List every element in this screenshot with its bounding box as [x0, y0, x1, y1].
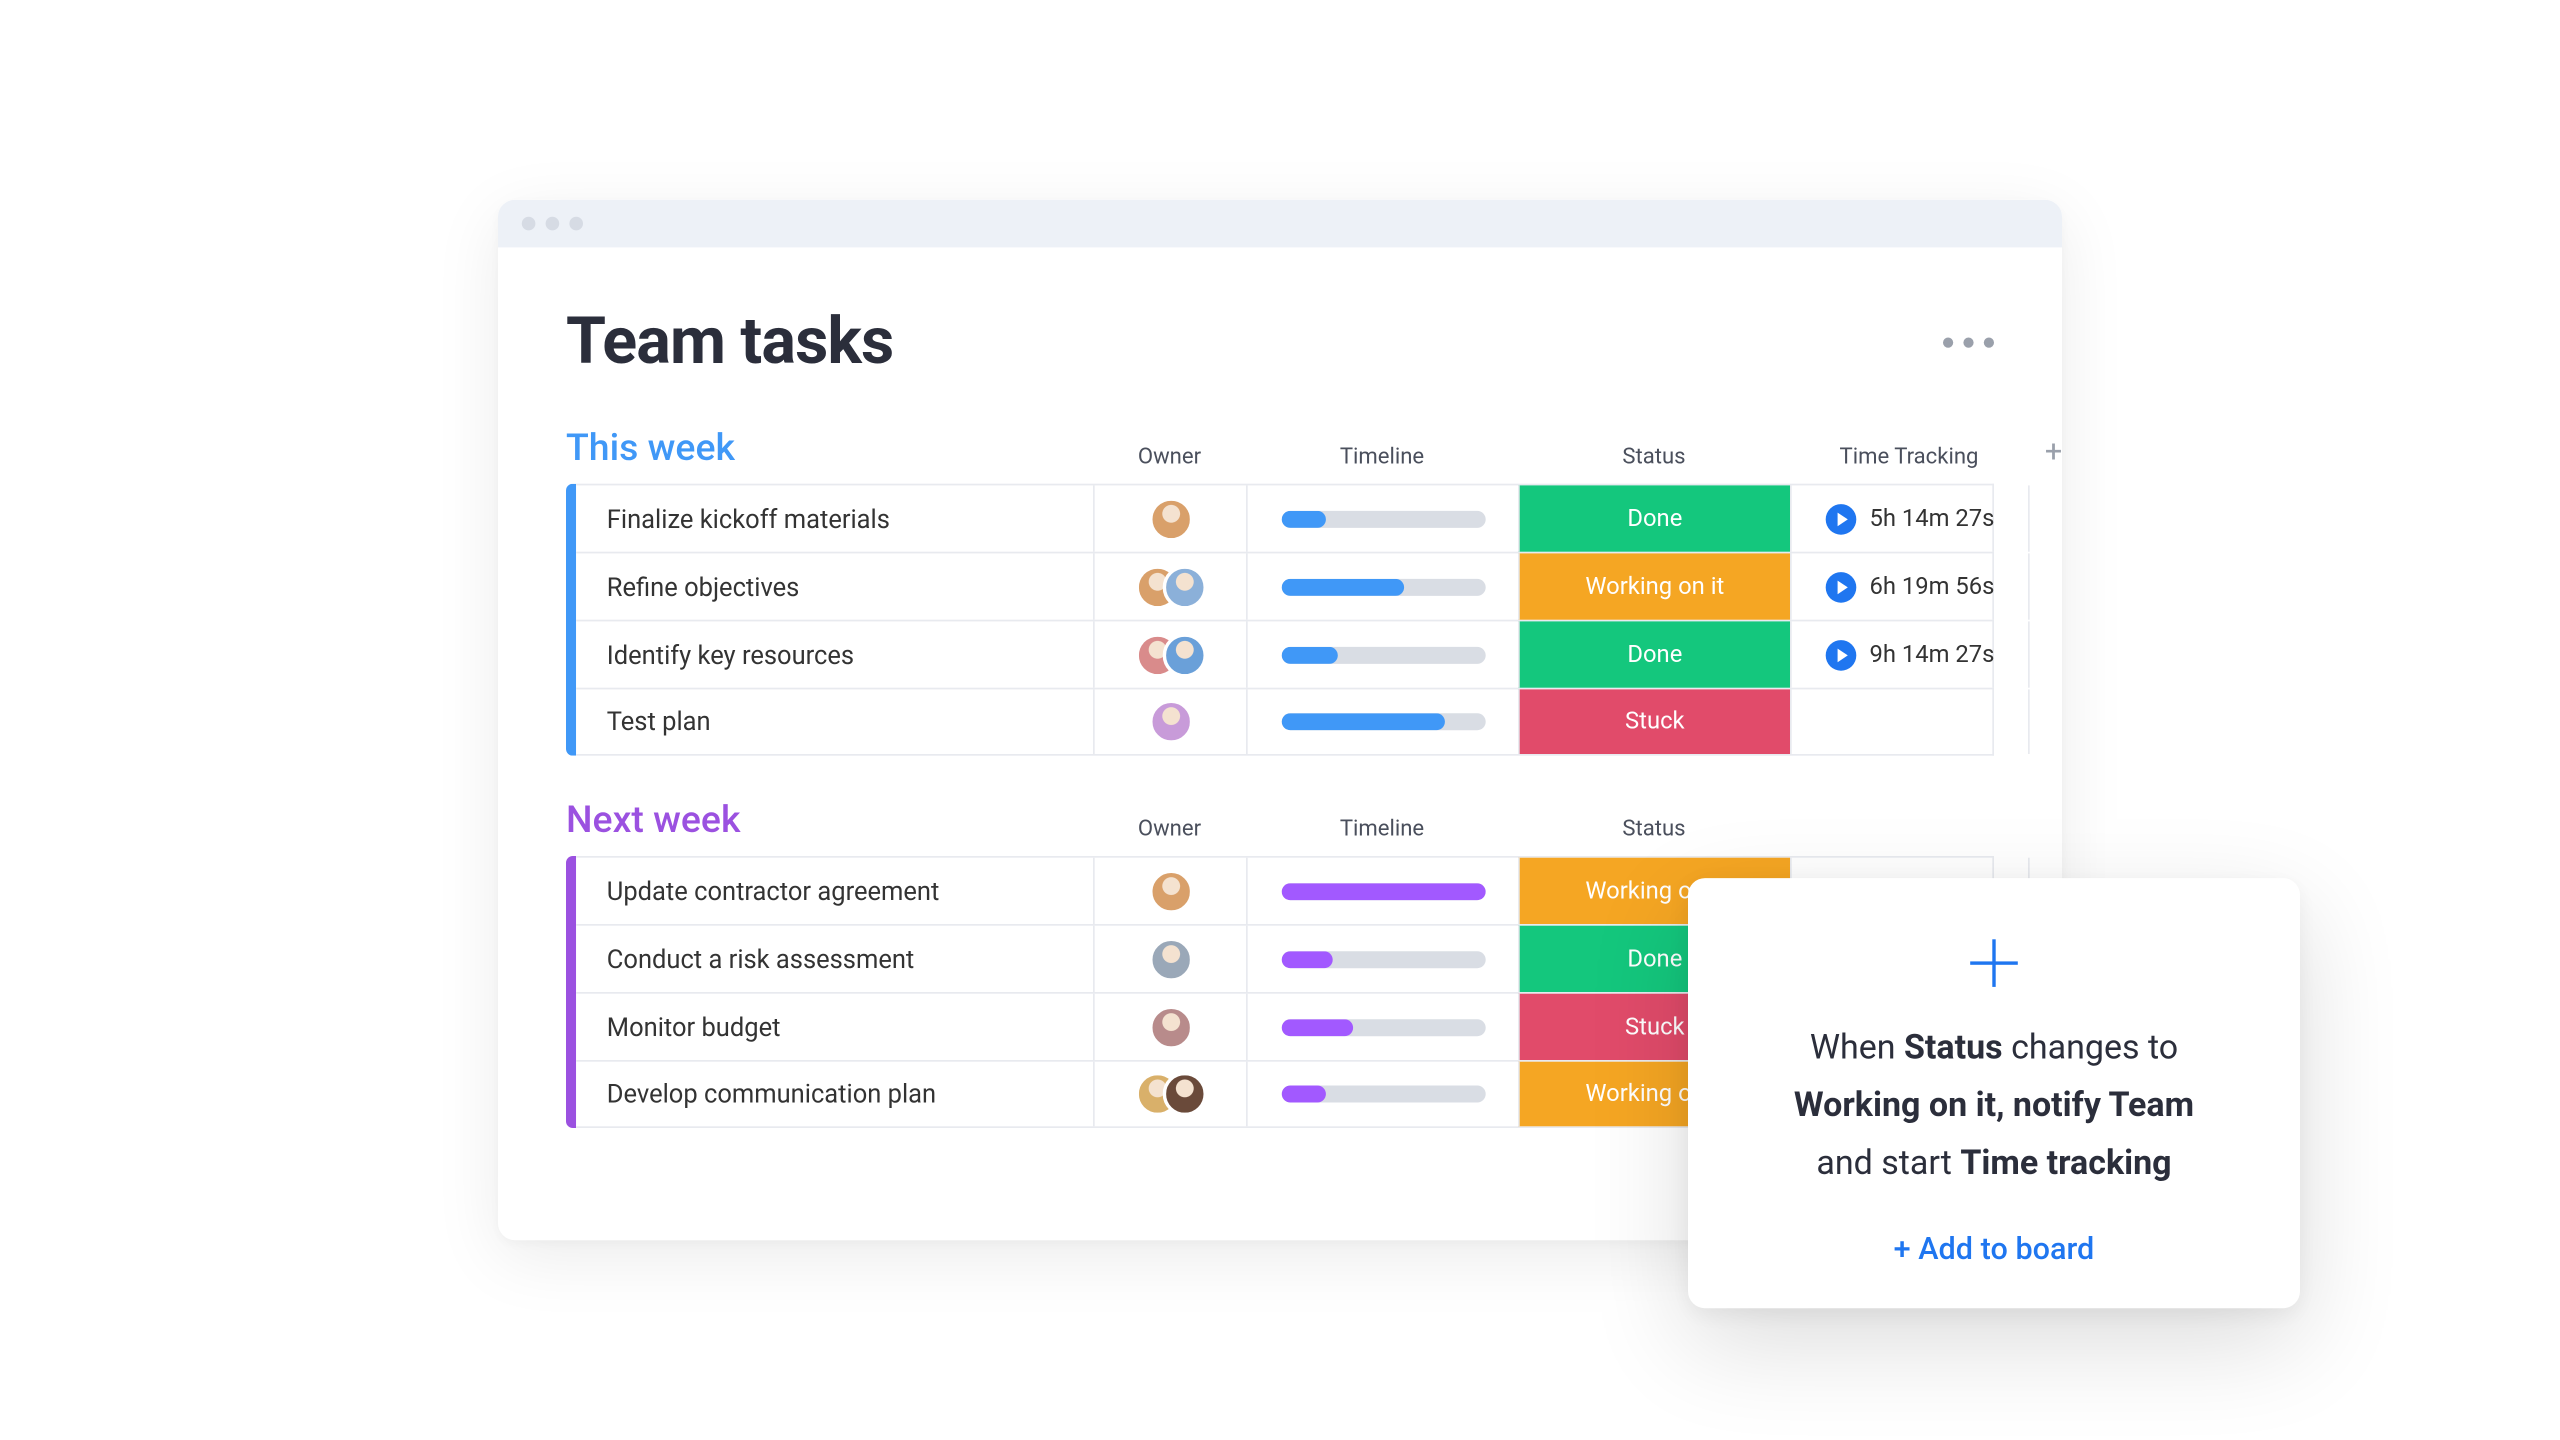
status-cell[interactable]: Done — [1518, 485, 1790, 551]
task-name-cell[interactable]: Refine objectives — [576, 553, 1093, 619]
task-name-cell[interactable]: Finalize kickoff materials — [576, 485, 1093, 551]
timeline-bar — [1281, 950, 1485, 967]
task-name-cell[interactable]: Develop communication plan — [576, 1062, 1093, 1127]
traffic-light-dot — [569, 217, 583, 231]
group-rows: Finalize kickoff materials Done 5h 14m 27s… — [566, 484, 1994, 756]
timeline-cell[interactable] — [1246, 926, 1518, 992]
avatar — [1162, 632, 1206, 676]
timeline-bar — [1281, 882, 1485, 899]
task-name: Test plan — [607, 706, 711, 737]
time-value: 5h 14m 27s — [1869, 505, 1994, 532]
owner-cell[interactable] — [1093, 621, 1246, 687]
task-name-cell[interactable]: Identify key resources — [576, 621, 1093, 687]
timeline-cell[interactable] — [1246, 485, 1518, 551]
task-name-cell[interactable]: Update contractor agreement — [576, 858, 1093, 924]
table-row[interactable]: Test plan Stuck — [576, 688, 1994, 756]
play-icon[interactable] — [1825, 639, 1856, 670]
time-tracking-cell[interactable] — [1790, 689, 2028, 754]
group-header: This weekOwnerTimelineStatusTime Trackin… — [566, 428, 1994, 484]
table-row[interactable]: Finalize kickoff materials Done 5h 14m 27s — [576, 484, 1994, 552]
task-name: Update contractor agreement — [607, 876, 940, 907]
add-column-button[interactable]: + — [2028, 434, 2062, 470]
timeline-cell[interactable] — [1246, 553, 1518, 619]
task-name: Monitor budget — [607, 1012, 781, 1043]
owner-cell[interactable] — [1093, 994, 1246, 1060]
timeline-bar — [1281, 510, 1485, 527]
automation-card: When Status changes to Working on it, no… — [1688, 878, 2300, 1308]
task-name: Conduct a risk assessment — [607, 944, 914, 975]
column-header-timeline[interactable]: Timeline — [1246, 445, 1518, 471]
timeline-bar — [1281, 646, 1485, 663]
time-tracking-cell[interactable]: 6h 19m 56s — [1790, 553, 2028, 619]
owner-cell[interactable] — [1093, 485, 1246, 551]
owner-cell[interactable] — [1093, 553, 1246, 619]
column-header-timeline[interactable]: Timeline — [1246, 817, 1518, 843]
owner-cell[interactable] — [1093, 858, 1246, 924]
column-header-owner[interactable]: Owner — [1093, 817, 1246, 843]
group-header: Next weekOwnerTimelineStatus — [566, 800, 1994, 856]
traffic-light-dot — [522, 217, 536, 231]
trailing-cell — [2028, 689, 2062, 754]
time-value: 9h 14m 27s — [1869, 641, 1994, 668]
status-cell[interactable]: Done — [1518, 621, 1790, 687]
time-tracking-cell[interactable]: 9h 14m 27s — [1790, 621, 2028, 687]
plus-icon — [1970, 939, 2018, 987]
timeline-cell[interactable] — [1246, 858, 1518, 924]
column-header-time_tracking[interactable]: Time Tracking — [1790, 445, 2028, 471]
status-cell[interactable]: Stuck — [1518, 689, 1790, 754]
trailing-cell — [2028, 553, 2062, 619]
timeline-bar — [1281, 1018, 1485, 1035]
time-tracking-cell[interactable]: 5h 14m 27s — [1790, 485, 2028, 551]
group-title[interactable]: This week — [566, 428, 1093, 471]
timeline-bar — [1281, 713, 1485, 730]
task-name: Refine objectives — [607, 571, 800, 602]
avatar — [1148, 937, 1192, 981]
owner-cell[interactable] — [1093, 689, 1246, 754]
task-name-cell[interactable]: Conduct a risk assessment — [576, 926, 1093, 992]
task-name: Identify key resources — [607, 639, 854, 670]
play-icon[interactable] — [1825, 571, 1856, 602]
avatar — [1148, 496, 1192, 540]
window-titlebar — [498, 200, 2062, 248]
group-title[interactable]: Next week — [566, 800, 1093, 843]
avatar — [1148, 700, 1192, 744]
avatar — [1162, 564, 1206, 608]
board-title: Team tasks — [566, 305, 893, 380]
column-header-owner[interactable]: Owner — [1093, 445, 1246, 471]
timeline-cell[interactable] — [1246, 689, 1518, 754]
avatar — [1148, 869, 1192, 913]
more-options-button[interactable] — [1943, 338, 1994, 348]
task-name: Develop communication plan — [607, 1079, 936, 1110]
trailing-cell — [2028, 485, 2062, 551]
task-name: Finalize kickoff materials — [607, 503, 890, 534]
time-value: 6h 19m 56s — [1869, 573, 1994, 600]
status-cell[interactable]: Working on it — [1518, 553, 1790, 619]
timeline-cell[interactable] — [1246, 1062, 1518, 1127]
avatar — [1162, 1072, 1206, 1116]
owner-cell[interactable] — [1093, 1062, 1246, 1127]
automation-text: When Status changes to Working on it, no… — [1739, 1018, 2249, 1191]
owner-cell[interactable] — [1093, 926, 1246, 992]
column-header-status[interactable]: Status — [1518, 817, 1790, 843]
table-row[interactable]: Refine objectives Working on it 6h 19m 56s — [576, 552, 1994, 620]
traffic-light-dot — [546, 217, 560, 231]
table-row[interactable]: Identify key resources Done 9h 14m 27s — [576, 620, 1994, 688]
avatar — [1148, 1005, 1192, 1049]
timeline-cell[interactable] — [1246, 621, 1518, 687]
play-icon[interactable] — [1825, 503, 1856, 534]
add-to-board-button[interactable]: + Add to board — [1739, 1232, 2249, 1268]
column-header-status[interactable]: Status — [1518, 445, 1790, 471]
task-name-cell[interactable]: Test plan — [576, 689, 1093, 754]
timeline-bar — [1281, 578, 1485, 595]
task-group: This weekOwnerTimelineStatusTime Trackin… — [566, 428, 1994, 756]
trailing-cell — [2028, 621, 2062, 687]
timeline-bar — [1281, 1086, 1485, 1103]
timeline-cell[interactable] — [1246, 994, 1518, 1060]
task-name-cell[interactable]: Monitor budget — [576, 994, 1093, 1060]
